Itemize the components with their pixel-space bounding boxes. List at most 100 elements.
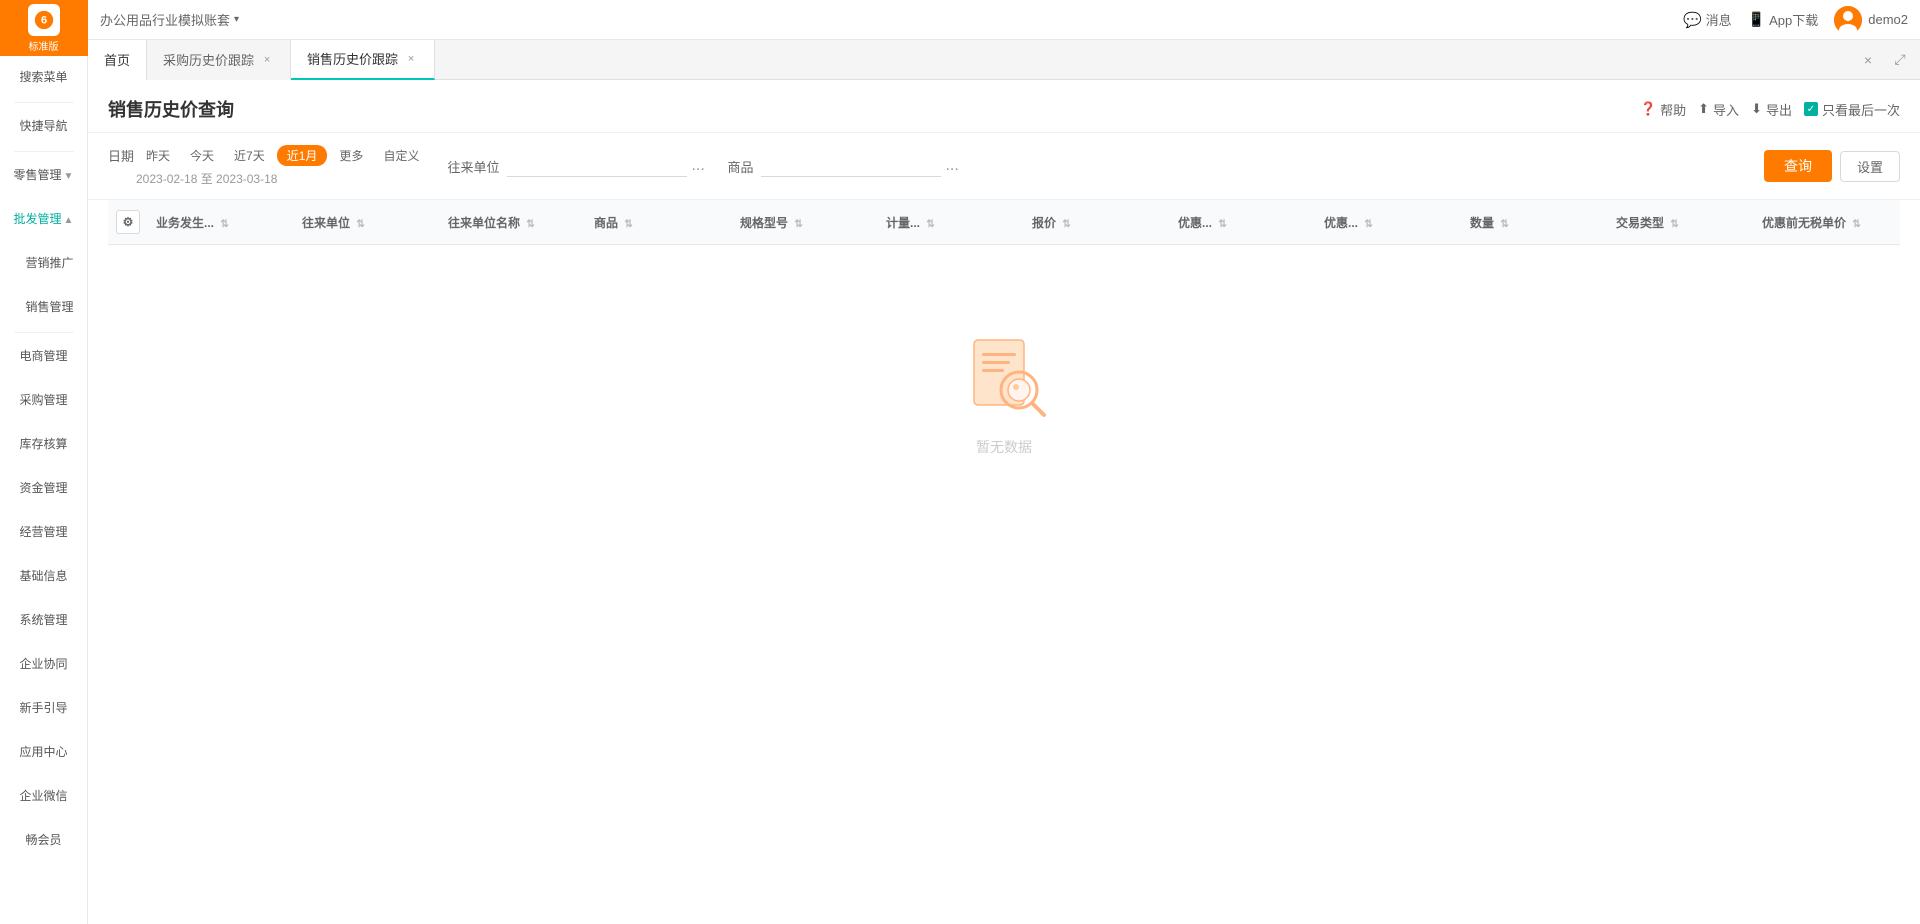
goods-search-icon[interactable]: ...	[945, 157, 958, 175]
svg-text:6: 6	[40, 14, 46, 26]
logo-icon: 6	[28, 4, 60, 36]
partner-label: 往来单位	[447, 157, 499, 176]
sort-trade-type-icon[interactable]: ⇅	[1670, 219, 1678, 230]
goods-input-wrap: ...	[761, 155, 961, 177]
topbar-actions: 💬 消息 📱 App下载 demo2	[1683, 6, 1908, 34]
app-download-icon: 📱	[1748, 11, 1765, 28]
sort-business-date-icon[interactable]: ⇅	[220, 219, 228, 230]
empty-text: 暂无数据	[976, 437, 1032, 457]
table-wrap: ⚙ 业务发生... ⇅ 往来单位 ⇅ 往来单位名称 ⇅	[88, 200, 1920, 924]
table-col-partner-name: 往来单位名称 ⇅	[440, 200, 586, 245]
settings-button[interactable]: 设置	[1840, 151, 1900, 182]
tab-purchase-history[interactable]: 采购历史价跟踪 ×	[147, 40, 291, 80]
import-icon: ⬆	[1698, 101, 1709, 117]
sidebar-item-finance[interactable]: 资金管理	[0, 467, 88, 511]
date-btn-yesterday[interactable]: 昨天	[138, 145, 178, 166]
sidebar-item-app-center[interactable]: 应用中心	[0, 731, 88, 775]
partner-input-wrap: ...	[507, 155, 707, 177]
close-all-tabs-button[interactable]: ×	[1856, 48, 1880, 72]
topbar-title: 办公用品行业模拟账套 ▾	[100, 10, 1675, 29]
date-btn-more[interactable]: 更多	[331, 145, 371, 166]
sort-partner-name-icon[interactable]: ⇅	[526, 219, 534, 230]
only-last-action[interactable]: 只看最后一次	[1804, 100, 1900, 119]
filter-actions: 查询 设置	[1764, 150, 1900, 182]
tab-close-purchase[interactable]: ×	[260, 53, 274, 67]
topbar: 办公用品行业模拟账套 ▾ 💬 消息 📱 App下载 de	[88, 0, 1920, 40]
sidebar-item-operations[interactable]: 经营管理	[0, 511, 88, 555]
message-icon: 💬	[1683, 11, 1702, 29]
date-btn-custom[interactable]: 自定义	[375, 145, 427, 166]
partner-filter-group: 往来单位 ...	[447, 155, 707, 177]
date-range-display: 2023-02-18 至 2023-03-18	[136, 170, 427, 187]
sort-price-icon[interactable]: ⇅	[1062, 219, 1070, 230]
app-logo[interactable]: 6 标准版	[0, 0, 88, 56]
sidebar-item-purchase-mgmt[interactable]: 采购管理	[0, 379, 88, 423]
date-buttons: 日期 昨天 今天 近7天 近1月 更多 自定义	[108, 145, 427, 166]
app-download-action[interactable]: 📱 App下载	[1748, 10, 1819, 29]
sidebar-divider-1	[14, 102, 74, 103]
date-label: 日期	[108, 146, 134, 165]
sidebar-item-newbie[interactable]: 新手引导	[0, 687, 88, 731]
column-settings-button[interactable]: ⚙	[116, 210, 140, 234]
date-btn-1month[interactable]: 近1月	[277, 145, 328, 166]
sidebar-item-search-menu[interactable]: 搜索菜单	[0, 56, 88, 100]
tab-sales-history[interactable]: 销售历史价跟踪 ×	[291, 40, 435, 80]
table-col-spec: 规格型号 ⇅	[732, 200, 878, 245]
export-icon: ⬇	[1751, 101, 1762, 117]
help-icon: ❓	[1640, 101, 1656, 117]
sidebar-item-basic-info[interactable]: 基础信息	[0, 555, 88, 599]
table-col-discount2: 优惠... ⇅	[1316, 200, 1462, 245]
sort-partner-icon[interactable]: ⇅	[356, 219, 364, 230]
table-col-quantity: 数量 ⇅	[1462, 200, 1608, 245]
table-col-partner: 往来单位 ⇅	[294, 200, 440, 245]
wholesale-arrow-icon: ▲	[64, 215, 74, 226]
fullscreen-button[interactable]: ⤢	[1888, 48, 1912, 72]
filter-bar: 日期 昨天 今天 近7天 近1月 更多 自定义 2023-02-18 至 202…	[88, 133, 1920, 200]
table-col-goods: 商品 ⇅	[586, 200, 732, 245]
table-col-settings: ⚙	[108, 200, 148, 245]
tab-close-sales[interactable]: ×	[404, 52, 418, 66]
user-profile-action[interactable]: demo2	[1834, 6, 1908, 34]
sidebar-item-quick-nav[interactable]: 快捷导航	[0, 105, 88, 149]
date-btn-7days[interactable]: 近7天	[226, 145, 273, 166]
tabbar: 首页 采购历史价跟踪 × 销售历史价跟踪 × × ⤢	[88, 40, 1920, 80]
tab-home[interactable]: 首页	[88, 40, 147, 80]
goods-input[interactable]	[761, 155, 941, 177]
topbar-dropdown-icon[interactable]: ▾	[234, 14, 239, 25]
sort-spec-icon[interactable]: ⇅	[794, 219, 802, 230]
table-head: ⚙ 业务发生... ⇅ 往来单位 ⇅ 往来单位名称 ⇅	[108, 200, 1900, 245]
sort-discount1-icon[interactable]: ⇅	[1218, 219, 1226, 230]
sort-pre-tax-price-icon[interactable]: ⇅	[1852, 219, 1860, 230]
sort-unit-icon[interactable]: ⇅	[926, 219, 934, 230]
goods-filter-group: 商品 ...	[727, 155, 961, 177]
sort-quantity-icon[interactable]: ⇅	[1500, 219, 1508, 230]
page-title: 销售历史价查询	[108, 96, 234, 122]
only-last-checkbox[interactable]	[1804, 102, 1818, 116]
sort-discount2-icon[interactable]: ⇅	[1364, 219, 1372, 230]
sidebar-item-member[interactable]: 畅会员	[0, 819, 88, 863]
goods-label: 商品	[727, 157, 753, 176]
query-button[interactable]: 查询	[1764, 150, 1832, 182]
message-action[interactable]: 💬 消息	[1683, 10, 1732, 29]
sidebar-item-system-mgmt[interactable]: 系统管理	[0, 599, 88, 643]
partner-input[interactable]	[507, 155, 687, 177]
help-action[interactable]: ❓ 帮助	[1640, 100, 1686, 119]
sidebar-item-sales-mgmt[interactable]: 销售管理	[0, 286, 88, 330]
partner-search-icon[interactable]: ...	[691, 157, 704, 175]
empty-state: 暂无数据	[108, 245, 1900, 537]
sidebar-item-retail-mgmt[interactable]: 零售管理 ▼	[0, 154, 88, 198]
sort-goods-icon[interactable]: ⇅	[624, 219, 632, 230]
table-col-trade-type: 交易类型 ⇅	[1608, 200, 1754, 245]
sidebar-item-enterprise[interactable]: 企业协同	[0, 643, 88, 687]
tabbar-right: × ⤢	[1856, 48, 1920, 72]
export-action[interactable]: ⬇ 导出	[1751, 100, 1792, 119]
sidebar-item-inventory[interactable]: 库存核算	[0, 423, 88, 467]
date-btn-today[interactable]: 今天	[182, 145, 222, 166]
sidebar-divider-2	[14, 151, 74, 152]
sidebar-item-enterprise-wechat[interactable]: 企业微信	[0, 775, 88, 819]
sidebar-item-wholesale-mgmt[interactable]: 批发管理 ▲	[0, 198, 88, 242]
import-action[interactable]: ⬆ 导入	[1698, 100, 1739, 119]
sidebar-item-marketing[interactable]: 营销推广	[0, 242, 88, 286]
table-header-row: ⚙ 业务发生... ⇅ 往来单位 ⇅ 往来单位名称 ⇅	[108, 200, 1900, 245]
sidebar-item-ecommerce[interactable]: 电商管理	[0, 335, 88, 379]
